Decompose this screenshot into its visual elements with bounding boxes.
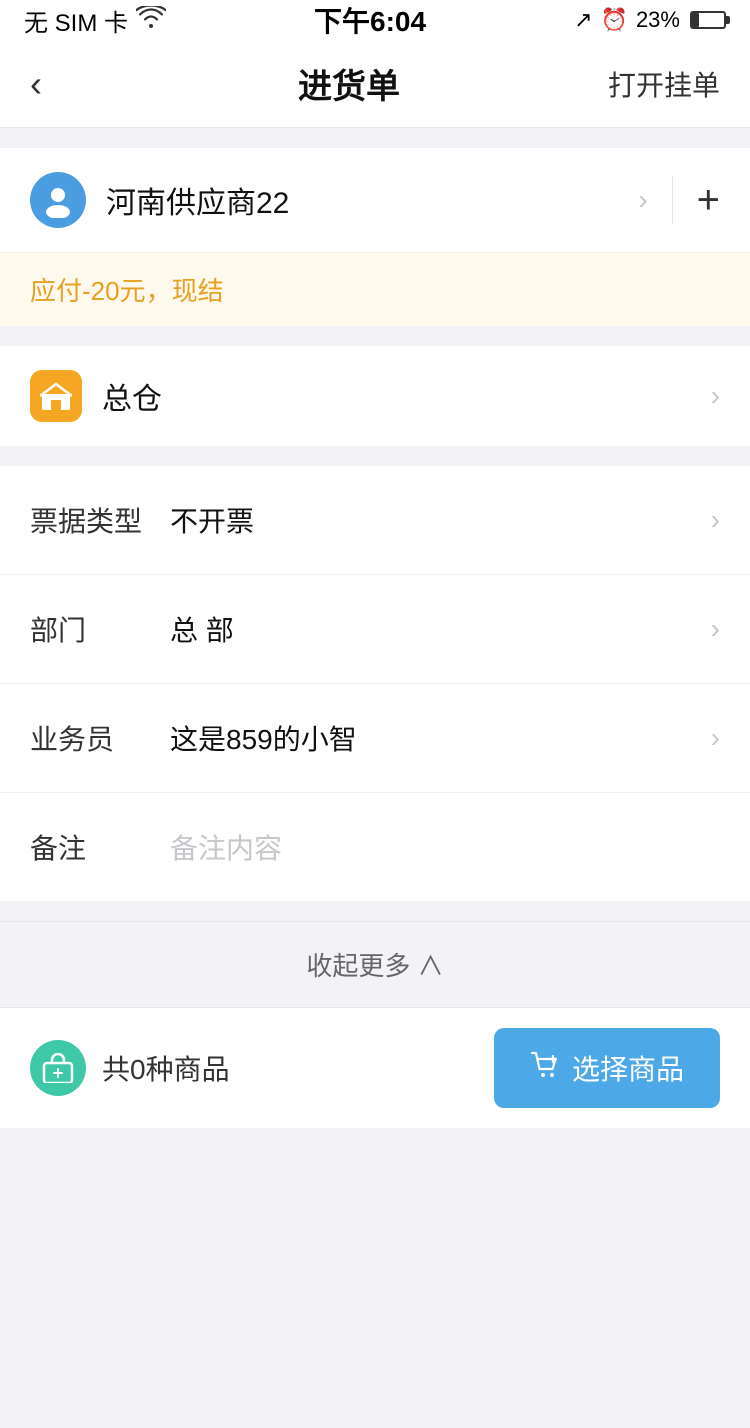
warehouse-row[interactable]: 总仓 ›	[0, 346, 750, 446]
supplier-row[interactable]: 河南供应商22 › +	[0, 148, 750, 253]
sales-row[interactable]: 业务员 这是859的小智 ›	[0, 684, 750, 793]
sales-label: 业务员	[30, 718, 160, 758]
carrier-text: 无 SIM 卡	[24, 3, 128, 38]
warehouse-section: 总仓 ›	[0, 346, 750, 446]
alert-bar: 应付-20元，现结	[0, 253, 750, 326]
warehouse-name: 总仓	[102, 374, 711, 418]
wifi-icon	[136, 6, 166, 35]
supplier-section: 河南供应商22 › + 应付-20元，现结	[0, 148, 750, 326]
back-button[interactable]: ‹	[30, 63, 90, 105]
collapse-bar[interactable]: 收起更多 ∧	[0, 921, 750, 1007]
select-product-button[interactable]: 选择商品	[494, 1028, 720, 1108]
nav-bar: ‹ 进货单 打开挂单	[0, 40, 750, 128]
cart-icon	[530, 1051, 560, 1086]
remark-row[interactable]: 备注 备注内容	[0, 793, 750, 901]
remark-input[interactable]: 备注内容	[160, 827, 720, 867]
status-time: 下午6:04	[314, 0, 426, 40]
supplier-chevron-icon: ›	[638, 184, 647, 216]
section-gap-1	[0, 128, 750, 148]
sales-value: 这是859的小智	[160, 718, 711, 758]
invoice-type-row[interactable]: 票据类型 不开票 ›	[0, 466, 750, 575]
bottom-bar: 共0种商品 选择商品	[0, 1007, 750, 1128]
warehouse-chevron-icon: ›	[711, 380, 720, 412]
rest-area	[0, 1128, 750, 1428]
page-title: 进货单	[298, 59, 400, 108]
invoice-chevron-icon: ›	[711, 504, 720, 536]
location-icon: ↗	[574, 7, 592, 33]
status-right: ↗ ⏰ 23%	[574, 7, 726, 33]
remark-label: 备注	[30, 827, 160, 867]
product-bag-icon	[30, 1040, 86, 1096]
dept-value: 总 部	[160, 609, 711, 649]
status-left: 无 SIM 卡	[24, 3, 166, 38]
form-section: 票据类型 不开票 › 部门 总 部 › 业务员 这是859的小智 › 备注 备注…	[0, 466, 750, 901]
dept-row[interactable]: 部门 总 部 ›	[0, 575, 750, 684]
status-bar: 无 SIM 卡 下午6:04 ↗ ⏰ 23%	[0, 0, 750, 40]
warehouse-icon	[30, 370, 82, 422]
battery-text: 23%	[636, 7, 680, 33]
sales-chevron-icon: ›	[711, 722, 720, 754]
product-count-area: 共0种商品	[30, 1040, 230, 1096]
supplier-avatar	[30, 172, 86, 228]
select-product-label: 选择商品	[572, 1048, 684, 1088]
add-supplier-button[interactable]: +	[697, 180, 720, 220]
product-count-text: 共0种商品	[102, 1048, 230, 1088]
dept-chevron-icon: ›	[711, 613, 720, 645]
battery-icon	[690, 11, 726, 29]
open-pending-button[interactable]: 打开挂单	[608, 64, 720, 104]
supplier-name: 河南供应商22	[106, 178, 638, 222]
section-gap-2	[0, 326, 750, 346]
dept-label: 部门	[30, 609, 160, 649]
alarm-icon: ⏰	[601, 7, 628, 33]
divider	[672, 176, 673, 224]
invoice-type-label: 票据类型	[30, 500, 160, 540]
invoice-type-value: 不开票	[160, 500, 711, 540]
